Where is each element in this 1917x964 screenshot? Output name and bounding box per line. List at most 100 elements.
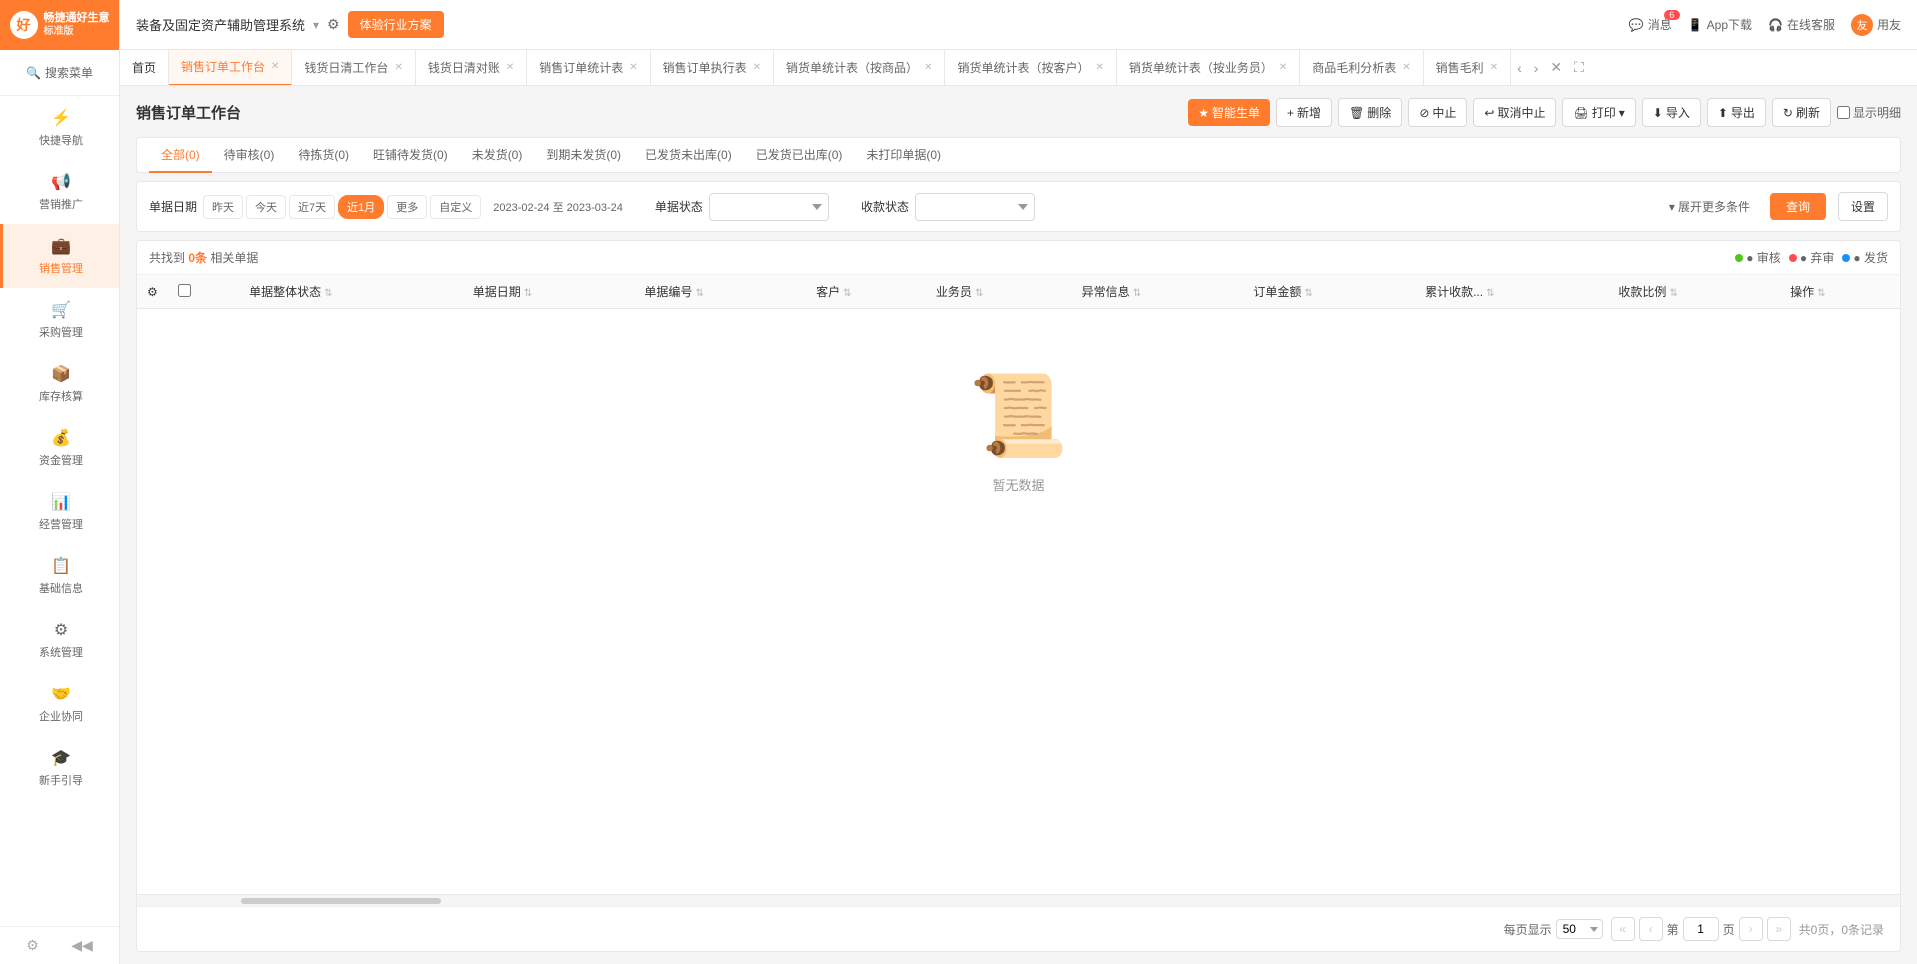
- scroll-thumb[interactable]: [241, 898, 441, 904]
- export-btn[interactable]: ⬆ 导出: [1707, 98, 1766, 127]
- tab-close-cash-reconcile[interactable]: ✕: [506, 62, 514, 73]
- tab-close-all-btn[interactable]: ✕: [1544, 59, 1568, 76]
- sort-icon-ratio[interactable]: ⇅: [1669, 288, 1677, 299]
- user-menu-btn[interactable]: 友 用友: [1851, 14, 1901, 36]
- tab-close-product-margin[interactable]: ✕: [1402, 62, 1410, 73]
- date-option-近1月[interactable]: 近1月: [338, 195, 384, 219]
- tab-fullscreen-btn[interactable]: ⛶: [1568, 59, 1590, 76]
- tab-close-sales-workbench[interactable]: ✕: [271, 61, 279, 72]
- col-header-operation[interactable]: 操作⇅: [1780, 275, 1900, 309]
- settings-icon[interactable]: ⚙: [26, 937, 39, 954]
- sidebar-item-enterprise[interactable]: 🤝企业协同: [0, 672, 119, 736]
- tab-sales-summary-salesman[interactable]: 销货单统计表（按业务员）✕: [1117, 50, 1300, 86]
- filter-tab-shipped-not-in[interactable]: 已发货未出库(0): [633, 137, 744, 173]
- tab-close-sales-summary-customer[interactable]: ✕: [1095, 62, 1103, 73]
- sidebar-item-system[interactable]: ⚙系统管理: [0, 608, 119, 672]
- tab-close-sales-stats[interactable]: ✕: [629, 62, 637, 73]
- next-page-btn[interactable]: ›: [1739, 917, 1763, 941]
- col-header-date[interactable]: 单据日期⇅: [463, 275, 635, 309]
- message-btn[interactable]: 💬 6 消息: [1629, 16, 1672, 33]
- tab-cash-daily[interactable]: 钱货日清工作台✕: [292, 50, 415, 86]
- sidebar-item-inventory[interactable]: 📦库存核算: [0, 352, 119, 416]
- filter-tab-not-printed[interactable]: 未打印单据(0): [854, 137, 953, 173]
- page-size-select[interactable]: 102050100: [1556, 919, 1603, 939]
- show-detail-checkbox[interactable]: 显示明细: [1837, 104, 1901, 121]
- sort-icon-amount[interactable]: ⇅: [1304, 288, 1312, 299]
- sidebar-item-quick-nav[interactable]: ⚡快捷导航: [0, 96, 119, 160]
- horizontal-scrollbar[interactable]: [137, 894, 1900, 906]
- col-header-collected[interactable]: 累计收款...⇅: [1415, 275, 1608, 309]
- expand-conditions-btn[interactable]: ▾ 展开更多条件: [1661, 195, 1758, 218]
- tab-home[interactable]: 首页: [120, 50, 169, 86]
- col-settings[interactable]: ⚙: [137, 275, 168, 309]
- col-header-ratio[interactable]: 收款比例⇅: [1608, 275, 1780, 309]
- sidebar-item-operations[interactable]: 📊经营管理: [0, 480, 119, 544]
- sort-icon-number[interactable]: ⇅: [695, 288, 703, 299]
- tab-close-sales-exec[interactable]: ✕: [753, 62, 761, 73]
- tab-cash-reconcile[interactable]: 钱货日清对账✕: [416, 50, 527, 86]
- settings-icon[interactable]: ⚙: [147, 285, 158, 299]
- filter-tab-wangpu-ship[interactable]: 旺铺待发货(0): [361, 137, 460, 173]
- sidebar-item-marketing[interactable]: 📢营销推广: [0, 160, 119, 224]
- smart-create-btn[interactable]: ★ 智能生单: [1188, 99, 1270, 126]
- dropdown-arrow-icon[interactable]: ▾: [313, 18, 319, 32]
- date-option-今天[interactable]: 今天: [246, 195, 286, 219]
- table-scroll-area[interactable]: ⚙ 单据整体状态⇅单据日期⇅单据编号⇅客户⇅业务员⇅异常信息⇅订单金额⇅累计收款…: [137, 275, 1900, 894]
- last-page-btn[interactable]: »: [1767, 917, 1791, 941]
- col-header-amount[interactable]: 订单金额⇅: [1243, 275, 1415, 309]
- sidebar-item-base[interactable]: 📋基础信息: [0, 544, 119, 608]
- add-btn[interactable]: + 新增: [1276, 98, 1332, 127]
- filter-tab-pending-review[interactable]: 待审核(0): [212, 137, 287, 173]
- tab-next-btn[interactable]: ›: [1528, 60, 1545, 76]
- sidebar-item-finance[interactable]: 💰资金管理: [0, 416, 119, 480]
- sort-icon-date[interactable]: ⇅: [524, 288, 532, 299]
- table-action-review[interactable]: ● 审核: [1735, 249, 1781, 266]
- setting-btn[interactable]: 设置: [1838, 192, 1888, 221]
- status-select[interactable]: [709, 193, 829, 221]
- page-number-input[interactable]: [1683, 917, 1719, 941]
- import-btn[interactable]: ⬇ 导入: [1642, 98, 1701, 127]
- select-all-checkbox[interactable]: [178, 284, 191, 297]
- col-header-status[interactable]: 单据整体状态⇅: [239, 275, 463, 309]
- sort-icon-salesman[interactable]: ⇅: [975, 288, 983, 299]
- date-option-自定义[interactable]: 自定义: [430, 195, 481, 219]
- col-checkbox[interactable]: [168, 275, 239, 309]
- prev-page-btn[interactable]: ‹: [1639, 917, 1663, 941]
- date-option-昨天[interactable]: 昨天: [203, 195, 243, 219]
- tab-sales-workbench[interactable]: 销售订单工作台✕: [169, 50, 292, 86]
- tab-close-sales-summary-product[interactable]: ✕: [924, 62, 932, 73]
- tab-product-margin[interactable]: 商品毛利分析表✕: [1300, 50, 1423, 86]
- app-download-btn[interactable]: 📱 App下载: [1688, 16, 1752, 33]
- date-option-近7天[interactable]: 近7天: [289, 195, 335, 219]
- print-btn[interactable]: 🖨 打印 ▾: [1562, 98, 1635, 127]
- sidebar-item-guide[interactable]: 🎓新手引导: [0, 736, 119, 800]
- tab-sales-summary-product[interactable]: 销货单统计表（按商品）✕: [774, 50, 945, 86]
- query-btn[interactable]: 查询: [1770, 193, 1826, 220]
- stop-btn[interactable]: ⊘ 中止: [1408, 98, 1467, 127]
- tab-sales-more[interactable]: 销售毛利✕: [1424, 50, 1511, 86]
- sort-icon-exception[interactable]: ⇅: [1133, 288, 1141, 299]
- filter-tab-overdue-ship[interactable]: 到期未发货(0): [534, 137, 633, 173]
- filter-tab-shipped-out[interactable]: 已发货已出库(0): [744, 137, 855, 173]
- filter-tab-all[interactable]: 全部(0): [149, 137, 212, 173]
- sort-icon-status[interactable]: ⇅: [324, 288, 332, 299]
- table-action-ship[interactable]: ● 发货: [1842, 249, 1888, 266]
- table-action-unreviewed[interactable]: ● 弃审: [1789, 249, 1835, 266]
- cancel-stop-btn[interactable]: ↩ 取消中止: [1473, 98, 1556, 127]
- tab-close-sales-more[interactable]: ✕: [1490, 62, 1498, 73]
- gear-icon[interactable]: ⚙: [327, 16, 340, 33]
- delete-btn[interactable]: 🗑 删除: [1338, 98, 1402, 127]
- tab-close-cash-daily[interactable]: ✕: [394, 62, 402, 73]
- col-header-exception[interactable]: 异常信息⇅: [1072, 275, 1244, 309]
- sort-icon-operation[interactable]: ⇅: [1817, 288, 1825, 299]
- industry-btn[interactable]: 体验行业方案: [348, 11, 444, 38]
- sidebar-item-purchase[interactable]: 🛒采购管理: [0, 288, 119, 352]
- collapse-icon[interactable]: ◀◀: [71, 937, 93, 954]
- first-page-btn[interactable]: «: [1611, 917, 1635, 941]
- online-service-btn[interactable]: 🎧 在线客服: [1768, 16, 1835, 33]
- filter-tab-not-shipped[interactable]: 未发货(0): [460, 137, 535, 173]
- tab-sales-exec[interactable]: 销售订单执行表✕: [651, 50, 774, 86]
- tab-close-sales-summary-salesman[interactable]: ✕: [1279, 62, 1287, 73]
- date-option-更多[interactable]: 更多: [387, 195, 427, 219]
- sort-icon-customer[interactable]: ⇅: [843, 288, 851, 299]
